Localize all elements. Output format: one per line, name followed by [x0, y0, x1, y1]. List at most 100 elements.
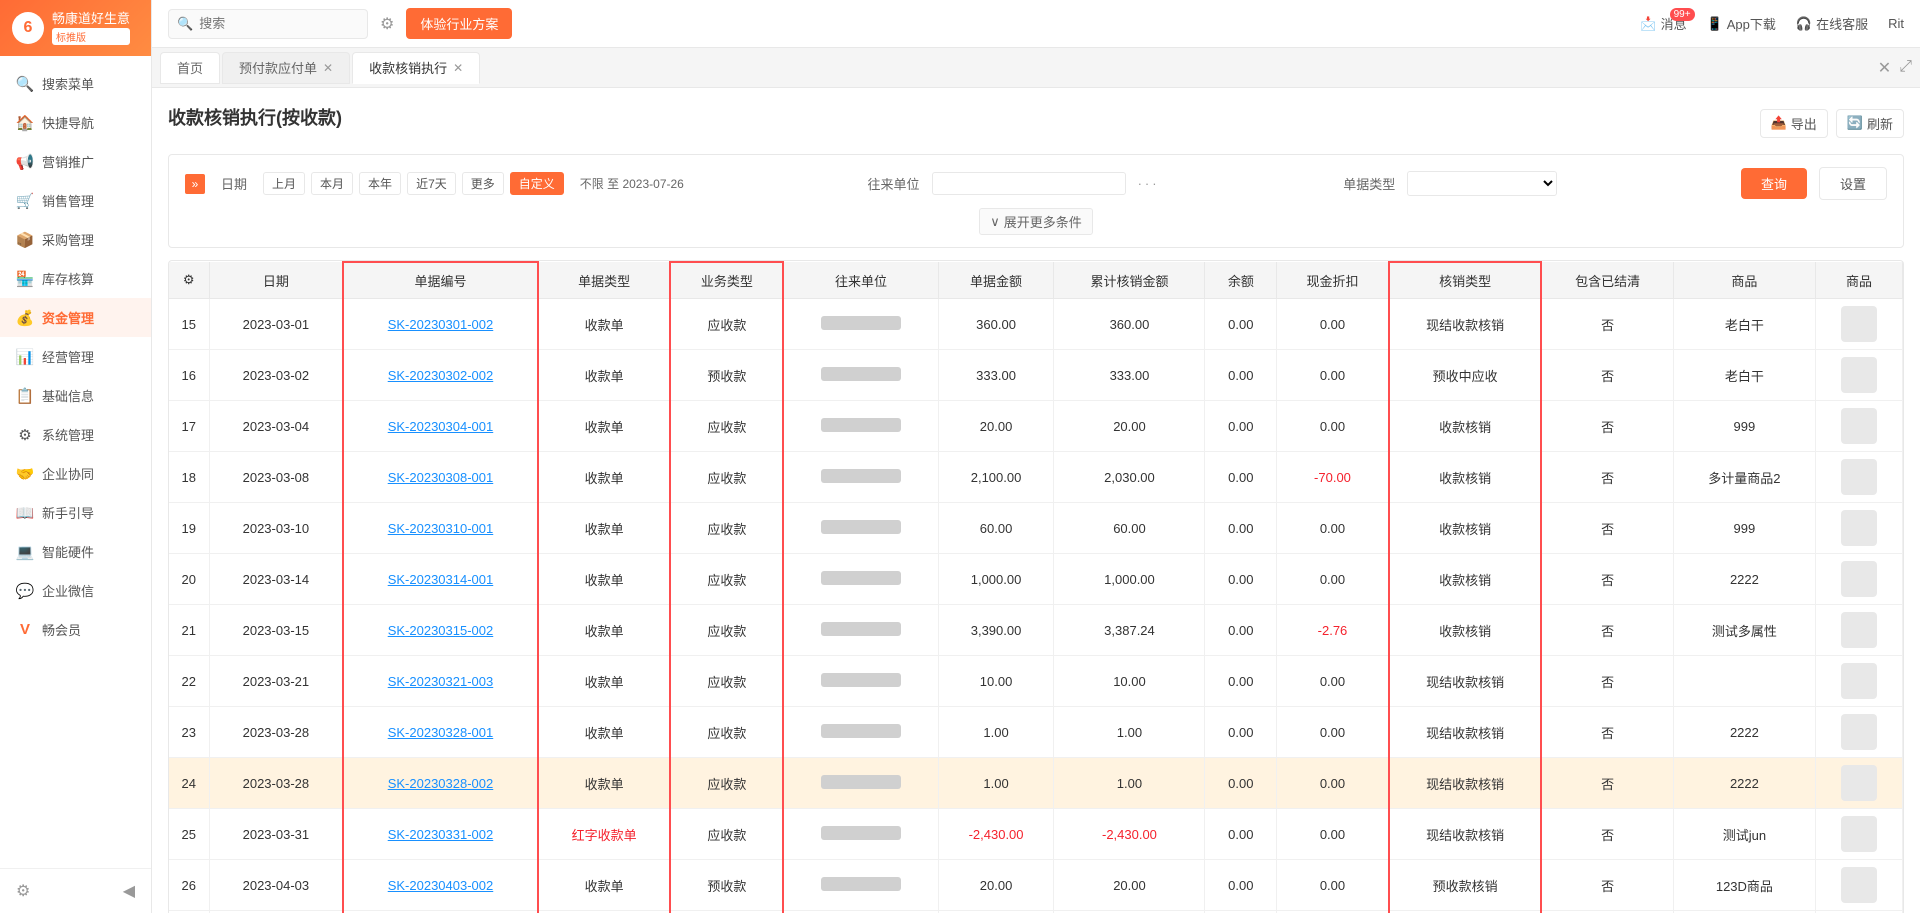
column-settings-icon[interactable]: ⚙: [180, 271, 198, 289]
cell-biz-type: 预收款: [670, 350, 783, 401]
expand-icon[interactable]: ⤢: [1899, 58, 1912, 78]
sidebar-item-finance[interactable]: 💰 资金管理: [0, 298, 151, 337]
marketing-icon: 📢: [16, 153, 34, 171]
cell-balance: 0.00: [1205, 605, 1277, 656]
cell-cash-discount: 0.00: [1277, 860, 1389, 911]
code-link[interactable]: SK-20230302-002: [388, 368, 494, 383]
query-button[interactable]: 查询: [1741, 168, 1807, 199]
cell-receipt-type: 收款单: [538, 758, 671, 809]
basic-icon: 📋: [16, 387, 34, 405]
cell-code: SK-20230308-001: [343, 452, 538, 503]
cell-cumulative: 20.00: [1054, 401, 1205, 452]
message-button[interactable]: 📩 消息 99+: [1640, 14, 1686, 33]
data-table: ⚙ 日期 单据编号 单据类型 业务类型 往来单位 单据金额 累计核销金额 余额 …: [169, 261, 1903, 913]
th-receipt-type: 单据类型: [538, 262, 671, 299]
sidebar-item-label: 企业协同: [42, 464, 94, 483]
cell-verify-type: 收款核销: [1389, 452, 1542, 503]
sidebar-item-wechat[interactable]: 💬 企业微信: [0, 571, 151, 610]
code-link[interactable]: SK-20230304-001: [388, 419, 494, 434]
sidebar-item-corp[interactable]: 🤝 企业协同: [0, 454, 151, 493]
sidebar-item-quicknav[interactable]: 🏠 快捷导航: [0, 103, 151, 142]
table-row: 24 2023-03-28 SK-20230328-002 收款单 应收款 1.…: [169, 758, 1903, 809]
code-link[interactable]: SK-20230321-003: [388, 674, 494, 689]
table-row: 16 2023-03-02 SK-20230302-002 收款单 预收款 33…: [169, 350, 1903, 401]
code-link[interactable]: SK-20230308-001: [388, 470, 494, 485]
code-link[interactable]: SK-20230331-002: [388, 827, 494, 842]
filter-arrow[interactable]: »: [185, 174, 205, 194]
export-button[interactable]: 📤 导出: [1760, 109, 1828, 138]
sidebar-item-marketing[interactable]: 📢 营销推广: [0, 142, 151, 181]
th-date: 日期: [209, 262, 343, 299]
filter-row-expand: ∨ 展开更多条件: [185, 208, 1887, 235]
sidebar-item-label: 快捷导航: [42, 113, 94, 132]
cell-included: 否: [1541, 452, 1673, 503]
cell-balance: 0.00: [1205, 452, 1277, 503]
chevron-down-icon: ∨: [990, 214, 1000, 230]
cell-balance: 0.00: [1205, 401, 1277, 452]
sidebar-item-label: 库存核算: [42, 269, 94, 288]
user-label[interactable]: Rit: [1888, 16, 1904, 31]
service-button[interactable]: 🎧 在线客服: [1796, 14, 1868, 33]
cell-verify-type: 现结收款核销: [1389, 758, 1542, 809]
sidebar-item-hardware[interactable]: 💻 智能硬件: [0, 532, 151, 571]
settings-button[interactable]: 设置: [1819, 167, 1887, 200]
code-link[interactable]: SK-20230328-002: [388, 776, 494, 791]
date-btn-more[interactable]: 更多: [462, 172, 504, 195]
cell-biz-type: 应收款: [670, 452, 783, 503]
cell-biz-type: 应收款: [670, 656, 783, 707]
receipt-type-select[interactable]: [1407, 171, 1557, 196]
cell-code: SK-20230304-001: [343, 401, 538, 452]
date-btn-this-month[interactable]: 本月: [311, 172, 353, 195]
cell-cash-discount: 0.00: [1277, 554, 1389, 605]
settings-bottom-icon[interactable]: ⚙: [16, 881, 30, 901]
sidebar-item-inventory[interactable]: 🏪 库存核算: [0, 259, 151, 298]
tab-prepay[interactable]: 预付款应付单 ✕: [222, 52, 350, 84]
unit-filter-input[interactable]: [932, 172, 1126, 195]
cell-cumulative: 360.00: [1054, 299, 1205, 350]
cell-amount: 1,000.00: [938, 554, 1054, 605]
tab-collection[interactable]: 收款核销执行 ✕: [352, 52, 480, 84]
code-link[interactable]: SK-20230301-002: [388, 317, 494, 332]
cell-amount: 2,100.00: [938, 452, 1054, 503]
code-link[interactable]: SK-20230328-001: [388, 725, 494, 740]
collapse-icon[interactable]: ◀: [123, 881, 135, 901]
topbar-search-box[interactable]: 🔍: [168, 9, 368, 39]
sidebar-item-system[interactable]: ⚙ 系统管理: [0, 415, 151, 454]
tab-prepay-close[interactable]: ✕: [323, 61, 333, 75]
sidebar: 6 畅康道好生意 标推版 🔍 搜索菜单 🏠 快捷导航 📢 营销推广 🛒 销售管理…: [0, 0, 152, 913]
date-btn-7days[interactable]: 近7天: [407, 172, 456, 195]
search-input[interactable]: [199, 16, 359, 31]
sidebar-item-search[interactable]: 🔍 搜索菜单: [0, 64, 151, 103]
date-btn-custom[interactable]: 自定义: [510, 172, 564, 195]
cell-cumulative: 1,000.00: [1054, 554, 1205, 605]
th-balance: 余额: [1205, 262, 1277, 299]
sidebar-item-guide[interactable]: 📖 新手引导: [0, 493, 151, 532]
page-title: 收款核销执行(按收款): [168, 104, 342, 130]
date-btn-this-year[interactable]: 本年: [359, 172, 401, 195]
cell-cumulative: 1.00: [1054, 758, 1205, 809]
code-link[interactable]: SK-20230314-001: [388, 572, 494, 587]
sidebar-item-member[interactable]: V 畅会员: [0, 610, 151, 649]
th-product2: 商品: [1816, 262, 1903, 299]
code-link[interactable]: SK-20230310-001: [388, 521, 494, 536]
gear-icon[interactable]: ⚙: [380, 14, 394, 34]
app-download-button[interactable]: 📱 App下载: [1707, 14, 1776, 33]
date-btn-prev-month[interactable]: 上月: [263, 172, 305, 195]
tab-collection-close[interactable]: ✕: [453, 61, 463, 75]
cell-cumulative: 10.00: [1054, 656, 1205, 707]
code-link[interactable]: SK-20230403-002: [388, 878, 494, 893]
page-header-actions: 📤 导出 🔄 刷新: [1760, 109, 1904, 138]
refresh-button[interactable]: 🔄 刷新: [1836, 109, 1904, 138]
th-code: 单据编号: [343, 262, 538, 299]
expand-conditions-button[interactable]: ∨ 展开更多条件: [979, 208, 1093, 235]
sidebar-item-basic[interactable]: 📋 基础信息: [0, 376, 151, 415]
close-all-icon[interactable]: ✕: [1878, 58, 1891, 78]
sidebar-item-purchase[interactable]: 📦 采购管理: [0, 220, 151, 259]
sidebar-item-sales[interactable]: 🛒 销售管理: [0, 181, 151, 220]
cell-code: SK-20230321-003: [343, 656, 538, 707]
code-link[interactable]: SK-20230315-002: [388, 623, 494, 638]
sidebar-item-operation[interactable]: 📊 经营管理: [0, 337, 151, 376]
tab-home[interactable]: 首页: [160, 52, 220, 84]
cell-date: 2023-04-03: [209, 860, 343, 911]
solution-button[interactable]: 体验行业方案: [406, 8, 512, 39]
